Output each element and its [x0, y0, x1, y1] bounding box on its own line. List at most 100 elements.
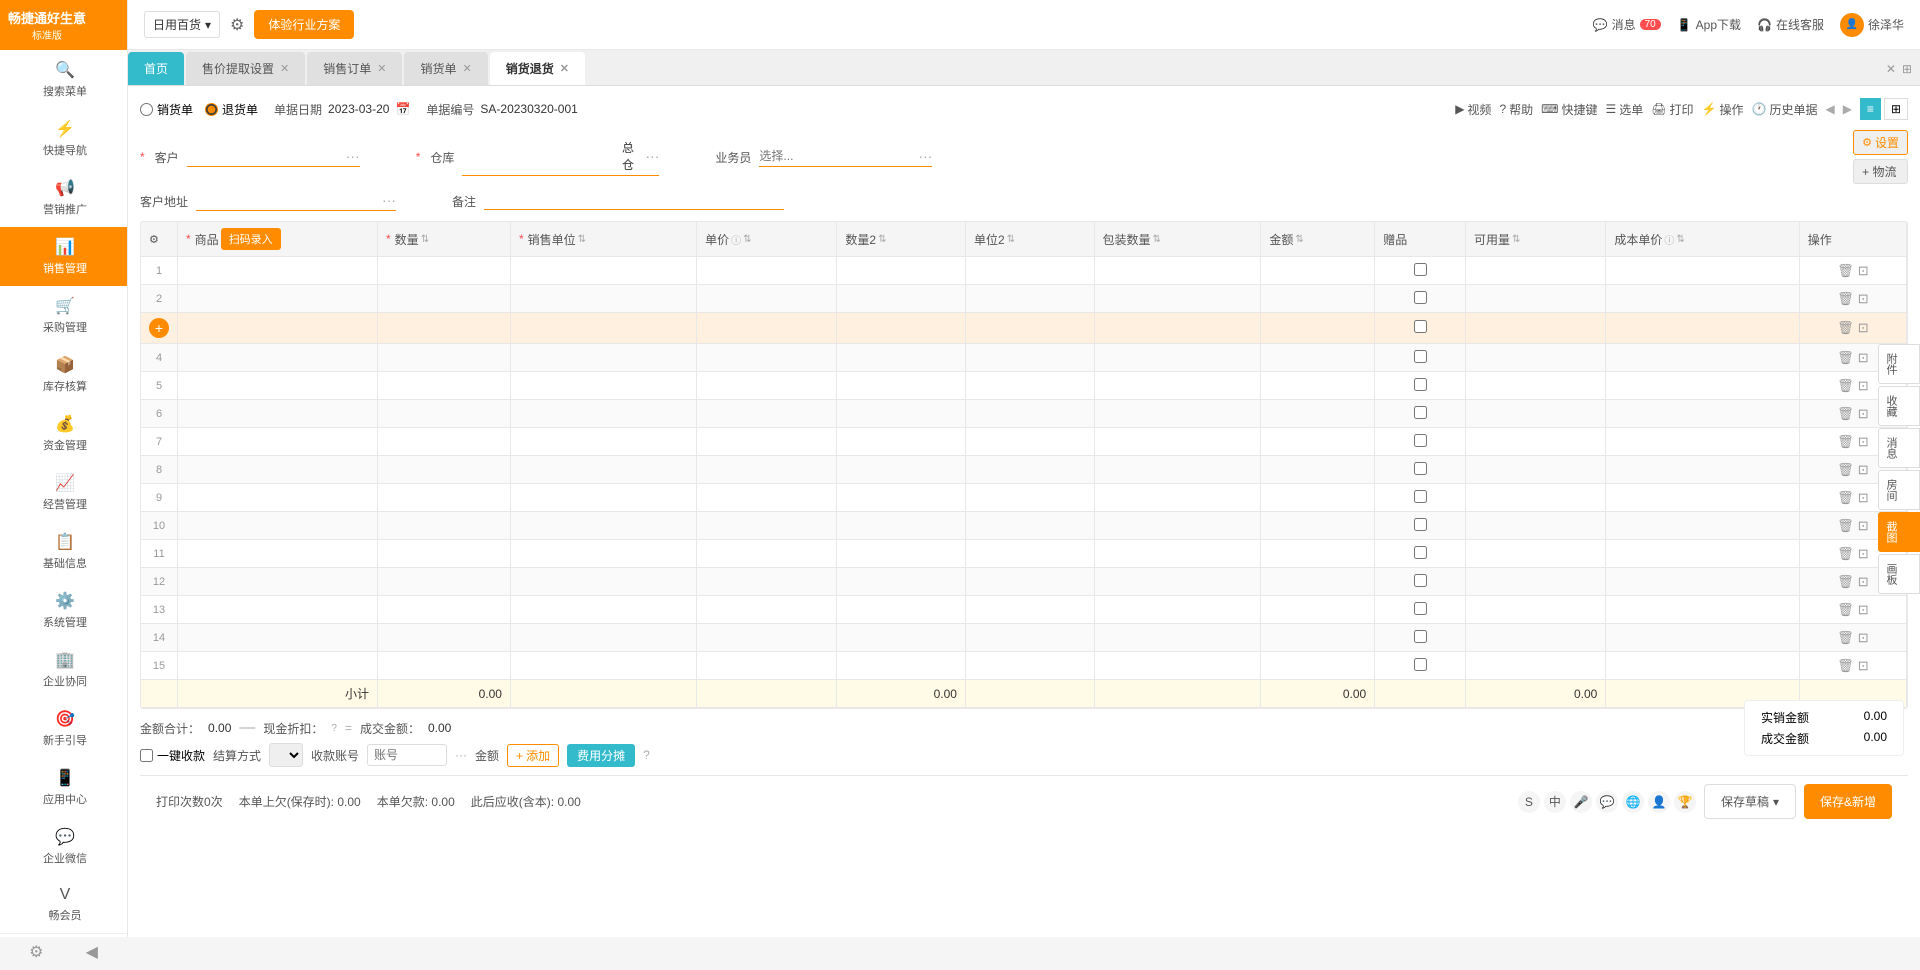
delete-icon[interactable]: 🗑 — [1837, 602, 1854, 618]
gift-checkbox-2[interactable] — [1414, 291, 1427, 304]
sidebar-item-purchase[interactable]: 🛒 采购管理 — [0, 286, 127, 345]
tab-close-sales-delivery[interactable]: ✕ — [463, 62, 472, 75]
copy-icon[interactable]: ⊡ — [1858, 490, 1869, 506]
sidebar-item-finance[interactable]: 💰 资金管理 — [0, 404, 127, 463]
gift-checkbox-add[interactable] — [1414, 320, 1427, 333]
add-row-btn[interactable]: + — [149, 318, 169, 338]
industry-select[interactable]: 日用百货 ▾ — [144, 11, 220, 38]
tab-close-price-setting[interactable]: ✕ — [280, 62, 289, 75]
status-icon-3[interactable]: 🎤 — [1570, 791, 1592, 813]
unit2-cell-1[interactable] — [965, 257, 1094, 285]
discount-info-icon[interactable]: ? — [331, 723, 337, 734]
sidebar-item-basic[interactable]: 📋 基础信息 — [0, 522, 127, 581]
customer-dots-btn[interactable]: ··· — [346, 148, 360, 164]
unit2-cell-2[interactable] — [965, 285, 1094, 313]
copy-row-1-icon[interactable]: ⊡ — [1858, 263, 1869, 279]
copy-icon[interactable]: ⊡ — [1858, 518, 1869, 534]
sidebar-item-inventory[interactable]: 📦 库存核算 — [0, 345, 127, 404]
tab-sales-delivery[interactable]: 销货单 ✕ — [404, 52, 487, 85]
settlement-select[interactable] — [269, 743, 303, 767]
product-input-add[interactable] — [186, 321, 369, 335]
amount-cell-2[interactable] — [1261, 285, 1375, 313]
far-right-tab-screenshot[interactable]: 截图 — [1878, 512, 1920, 552]
sidebar-item-sales[interactable]: 📊 销售管理 — [0, 227, 127, 286]
video-btn[interactable]: ▶ 视频 — [1455, 101, 1491, 118]
operate-btn[interactable]: ⚡ 操作 — [1702, 101, 1744, 118]
sidebar-item-enterprise[interactable]: 🏢 企业协同 — [0, 640, 127, 699]
amount-sort-icon[interactable]: ⇅ — [1295, 234, 1303, 245]
amount-cell-add[interactable] — [1261, 313, 1375, 344]
tab-price-setting[interactable]: 售价提取设置 ✕ — [186, 52, 305, 85]
available-cell-2[interactable] — [1465, 285, 1605, 313]
status-icon-6[interactable]: 👤 — [1648, 791, 1670, 813]
delete-row-1-icon[interactable]: 🗑 — [1837, 263, 1854, 279]
copy-icon[interactable]: ⊡ — [1858, 350, 1869, 366]
pack-sort-icon[interactable]: ⇅ — [1153, 234, 1161, 245]
print-btn[interactable]: 🖨 打印 — [1651, 101, 1693, 118]
product-cell-add[interactable] — [178, 313, 378, 344]
fee-split-btn[interactable]: 费用分摊 — [567, 744, 635, 767]
radio-sales-input[interactable] — [140, 103, 153, 116]
avail-sort-icon[interactable]: ⇅ — [1512, 234, 1520, 245]
tab-close-all-icon[interactable]: ✕ — [1886, 62, 1896, 76]
help-btn[interactable]: ? 帮助 — [1499, 101, 1533, 118]
radio-sales[interactable]: 销货单 — [140, 101, 193, 118]
quantity-cell-1[interactable] — [378, 257, 511, 285]
fee-split-info-icon[interactable]: ? — [643, 748, 650, 762]
delete-icon[interactable]: 🗑 — [1837, 546, 1854, 562]
settings-side-btn[interactable]: ⚙ 设置 — [1853, 130, 1908, 155]
tab-close-sales-return[interactable]: ✕ — [560, 62, 569, 75]
cost-price-cell-add[interactable] — [1606, 313, 1799, 344]
delete-row-add-icon[interactable]: 🗑 — [1837, 320, 1854, 336]
gift-cell-2[interactable] — [1375, 285, 1466, 313]
add-row-btn-cell[interactable]: + — [141, 313, 178, 344]
tab-home[interactable]: 首页 — [128, 52, 184, 85]
far-right-tab-attachment[interactable]: 附件 — [1878, 344, 1920, 384]
account-input[interactable] — [367, 744, 447, 766]
delete-icon[interactable]: 🗑 — [1837, 378, 1854, 394]
far-right-tab-favorite[interactable]: 收藏 — [1878, 386, 1920, 426]
remark-input[interactable] — [484, 193, 784, 207]
unit-price-sort-icon[interactable]: ⇅ — [743, 234, 751, 245]
delete-icon[interactable]: 🗑 — [1837, 574, 1854, 590]
message-btn[interactable]: 💬 消息 70 — [1593, 16, 1661, 33]
status-icon-5[interactable]: 🌐 — [1622, 791, 1644, 813]
sidebar-item-wechat[interactable]: 💬 企业微信 — [0, 817, 127, 876]
sidebar-item-member[interactable]: V 畅会员 — [0, 876, 127, 933]
pack-qty-cell-1[interactable] — [1094, 257, 1261, 285]
status-icon-2[interactable]: 中 — [1544, 791, 1566, 813]
grid-view-btn[interactable]: ⊞ — [1884, 98, 1908, 120]
delete-icon[interactable]: 🗑 — [1837, 630, 1854, 646]
status-icon-4[interactable]: 💬 — [1596, 791, 1618, 813]
copy-icon[interactable]: ⊡ — [1858, 546, 1869, 562]
far-right-tab-message[interactable]: 消息 — [1878, 428, 1920, 468]
nav-prev-icon[interactable]: ◀ — [1825, 102, 1834, 116]
cost-price-cell-1[interactable] — [1606, 257, 1799, 285]
tab-sales-return[interactable]: 销货退货 ✕ — [490, 52, 585, 85]
customer-input[interactable] — [187, 149, 342, 163]
warehouse-dots-btn[interactable]: ··· — [645, 148, 659, 164]
quantity2-cell-1[interactable] — [837, 257, 966, 285]
unit-price-info-icon[interactable]: ⓘ — [731, 232, 741, 247]
quantity2-cell-add[interactable] — [837, 313, 966, 344]
address-input[interactable] — [196, 193, 378, 207]
delete-icon[interactable]: 🗑 — [1837, 658, 1854, 674]
sales-unit-cell-2[interactable] — [510, 285, 696, 313]
q2-sort-icon[interactable]: ⇅ — [878, 234, 886, 245]
salesperson-input[interactable] — [759, 149, 914, 163]
delete-icon[interactable]: 🗑 — [1837, 406, 1854, 422]
tab-sales-order[interactable]: 销售订单 ✕ — [307, 52, 402, 85]
sidebar-item-operation[interactable]: 📈 经营管理 — [0, 463, 127, 522]
cost-price-info-icon[interactable]: ⓘ — [1664, 232, 1674, 247]
settings-bottom-icon[interactable]: ⚙ — [29, 942, 43, 962]
available-cell-add[interactable] — [1465, 313, 1605, 344]
status-icon-7[interactable]: 🏆 — [1674, 791, 1696, 813]
amount-cell-1[interactable] — [1261, 257, 1375, 285]
salesperson-dots-btn[interactable]: ··· — [918, 148, 932, 164]
copy-row-2-icon[interactable]: ⊡ — [1858, 291, 1869, 307]
sales-unit-sort-icon[interactable]: ⇅ — [578, 234, 586, 245]
user-profile-btn[interactable]: 👤 徐泽华 — [1840, 13, 1904, 37]
add-payment-btn[interactable]: + 添加 — [507, 744, 559, 767]
gift-checkbox-1[interactable] — [1414, 263, 1427, 276]
tab-menu-icon[interactable]: ⊞ — [1902, 62, 1912, 76]
